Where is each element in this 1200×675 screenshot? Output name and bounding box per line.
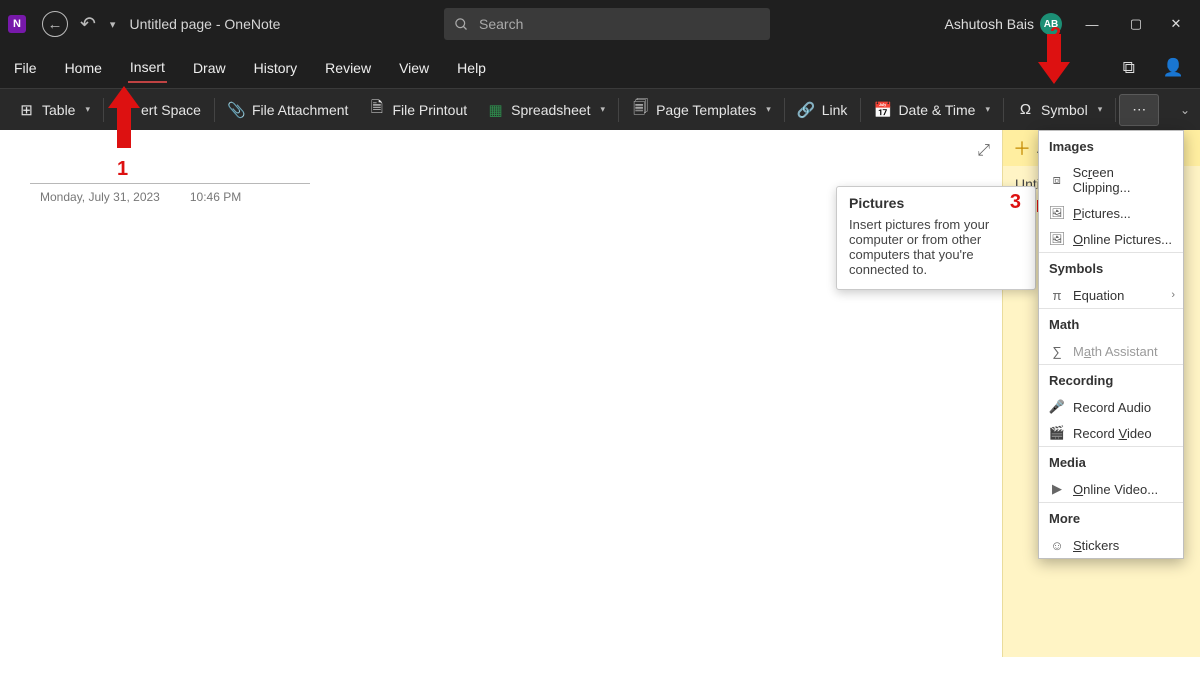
window-close-button[interactable]: ✕	[1156, 4, 1196, 44]
user-account[interactable]: Ashutosh Bais AB	[945, 13, 1063, 35]
tooltip-body: Insert pictures from your computer or fr…	[849, 217, 1023, 277]
annotation-1-arrow	[108, 86, 140, 152]
printout-icon: 🗎	[368, 101, 385, 118]
menu-file[interactable]: File	[12, 54, 39, 82]
menu-insert[interactable]: Insert	[128, 53, 167, 83]
file-attachment-button[interactable]: 📎File Attachment	[218, 94, 359, 126]
more-commands-button[interactable]: ⋯	[1119, 94, 1159, 126]
excel-icon: ▦	[487, 101, 504, 118]
annotation-3-label: 3	[1010, 191, 1021, 214]
menu-math-assistant: ∑Math Assistant	[1039, 338, 1183, 364]
ribbon-collapse-button[interactable]: ⌄	[1180, 103, 1190, 117]
clipping-icon: ⧈	[1049, 172, 1065, 188]
picture-icon: 🖼	[1049, 205, 1065, 221]
menu-home[interactable]: Home	[63, 54, 104, 82]
page-date: Monday, July 31, 2023	[40, 190, 160, 204]
symbol-button[interactable]: ΩSymbol▾	[1007, 94, 1112, 126]
spreadsheet-button[interactable]: ▦Spreadsheet▾	[477, 94, 615, 126]
window-title: Untitled page - OneNote	[129, 16, 280, 32]
tooltip-title: Pictures	[849, 195, 1023, 211]
dd-header-media: Media	[1039, 447, 1183, 476]
video-icon: 🎬	[1049, 425, 1065, 441]
file-printout-button[interactable]: 🗎File Printout	[358, 94, 477, 126]
search-box[interactable]: Search	[444, 8, 770, 40]
menu-view[interactable]: View	[397, 54, 431, 82]
omega-icon: Ω	[1017, 101, 1034, 118]
table-button[interactable]: ⊞Table▾	[8, 94, 100, 126]
menu-equation[interactable]: πEquation›	[1039, 282, 1183, 308]
window-maximize-button[interactable]: ▢	[1116, 4, 1156, 44]
menu-history[interactable]: History	[252, 54, 300, 82]
qat-dropdown[interactable]: ▾	[110, 18, 116, 31]
onenote-app-icon: N	[8, 15, 26, 33]
menu-stickers[interactable]: ☺Stickers	[1039, 532, 1183, 558]
menu-record-audio[interactable]: 🎤Record Audio	[1039, 394, 1183, 420]
templates-icon: 🗐	[632, 101, 649, 118]
dd-header-symbols: Symbols	[1039, 253, 1183, 282]
pictures-tooltip: 3 Pictures Insert pictures from your com…	[836, 186, 1036, 290]
menu-help[interactable]: Help	[455, 54, 488, 82]
link-button[interactable]: 🔗Link	[788, 94, 858, 126]
chevron-right-icon: ›	[1171, 289, 1175, 301]
table-icon: ⊞	[18, 101, 35, 118]
annotation-1-label: 1	[117, 158, 128, 181]
fullscreen-icon[interactable]: ⤢	[977, 142, 990, 160]
annotation-2-label: 2	[1050, 24, 1061, 47]
menu-bar: File Home Insert Draw History Review Vie…	[0, 48, 1200, 88]
insert-overflow-menu: Images ⧈Screen Clipping... 🖼Pictures... …	[1038, 130, 1184, 559]
pi-icon: π	[1049, 287, 1065, 303]
page-templates-button[interactable]: 🗐Page Templates▾	[622, 94, 781, 126]
menu-screen-clipping[interactable]: ⧈Screen Clipping...	[1039, 160, 1183, 200]
link-icon: 🔗	[798, 101, 815, 118]
menu-online-video[interactable]: ▶Online Video...	[1039, 476, 1183, 502]
menu-pictures[interactable]: 🖼Pictures...	[1039, 200, 1183, 226]
dd-header-more: More	[1039, 503, 1183, 532]
online-picture-icon: 🖼	[1049, 231, 1065, 247]
dd-header-recording: Recording	[1039, 365, 1183, 394]
sticker-icon: ☺	[1049, 537, 1065, 553]
ribbon-insert: ⊞Table▾ ↔ert Space 📎File Attachment 🗎Fil…	[0, 88, 1200, 130]
open-window-icon[interactable]: ⧉	[1123, 58, 1135, 78]
dd-header-math: Math	[1039, 309, 1183, 338]
page-time: 10:46 PM	[190, 190, 241, 204]
title-bar: N ← ↶ ▾ Untitled page - OneNote Search A…	[0, 0, 1200, 48]
menu-review[interactable]: Review	[323, 54, 373, 82]
search-placeholder: Search	[479, 16, 523, 32]
menu-record-video[interactable]: 🎬Record Video	[1039, 420, 1183, 446]
back-button[interactable]: ←	[42, 11, 68, 37]
page-header: Monday, July 31, 2023 10:46 PM	[30, 182, 310, 204]
undo-button[interactable]: ↶	[80, 13, 96, 36]
ellipsis-icon: ⋯	[1132, 101, 1146, 118]
paperclip-icon: 📎	[228, 101, 245, 118]
window-minimize-button[interactable]: ―	[1072, 4, 1112, 44]
menu-online-pictures[interactable]: 🖼Online Pictures...	[1039, 226, 1183, 252]
share-icon[interactable]: 👤	[1163, 58, 1184, 78]
audio-icon: 🎤	[1049, 399, 1065, 415]
search-icon	[454, 17, 469, 32]
date-time-button[interactable]: 📅Date & Time▾	[864, 94, 1000, 126]
math-icon: ∑	[1049, 343, 1065, 359]
dd-header-images: Images	[1039, 131, 1183, 160]
user-name: Ashutosh Bais	[945, 16, 1035, 32]
menu-draw[interactable]: Draw	[191, 54, 228, 82]
online-video-icon: ▶	[1049, 481, 1065, 497]
calendar-icon: 📅	[874, 101, 891, 118]
